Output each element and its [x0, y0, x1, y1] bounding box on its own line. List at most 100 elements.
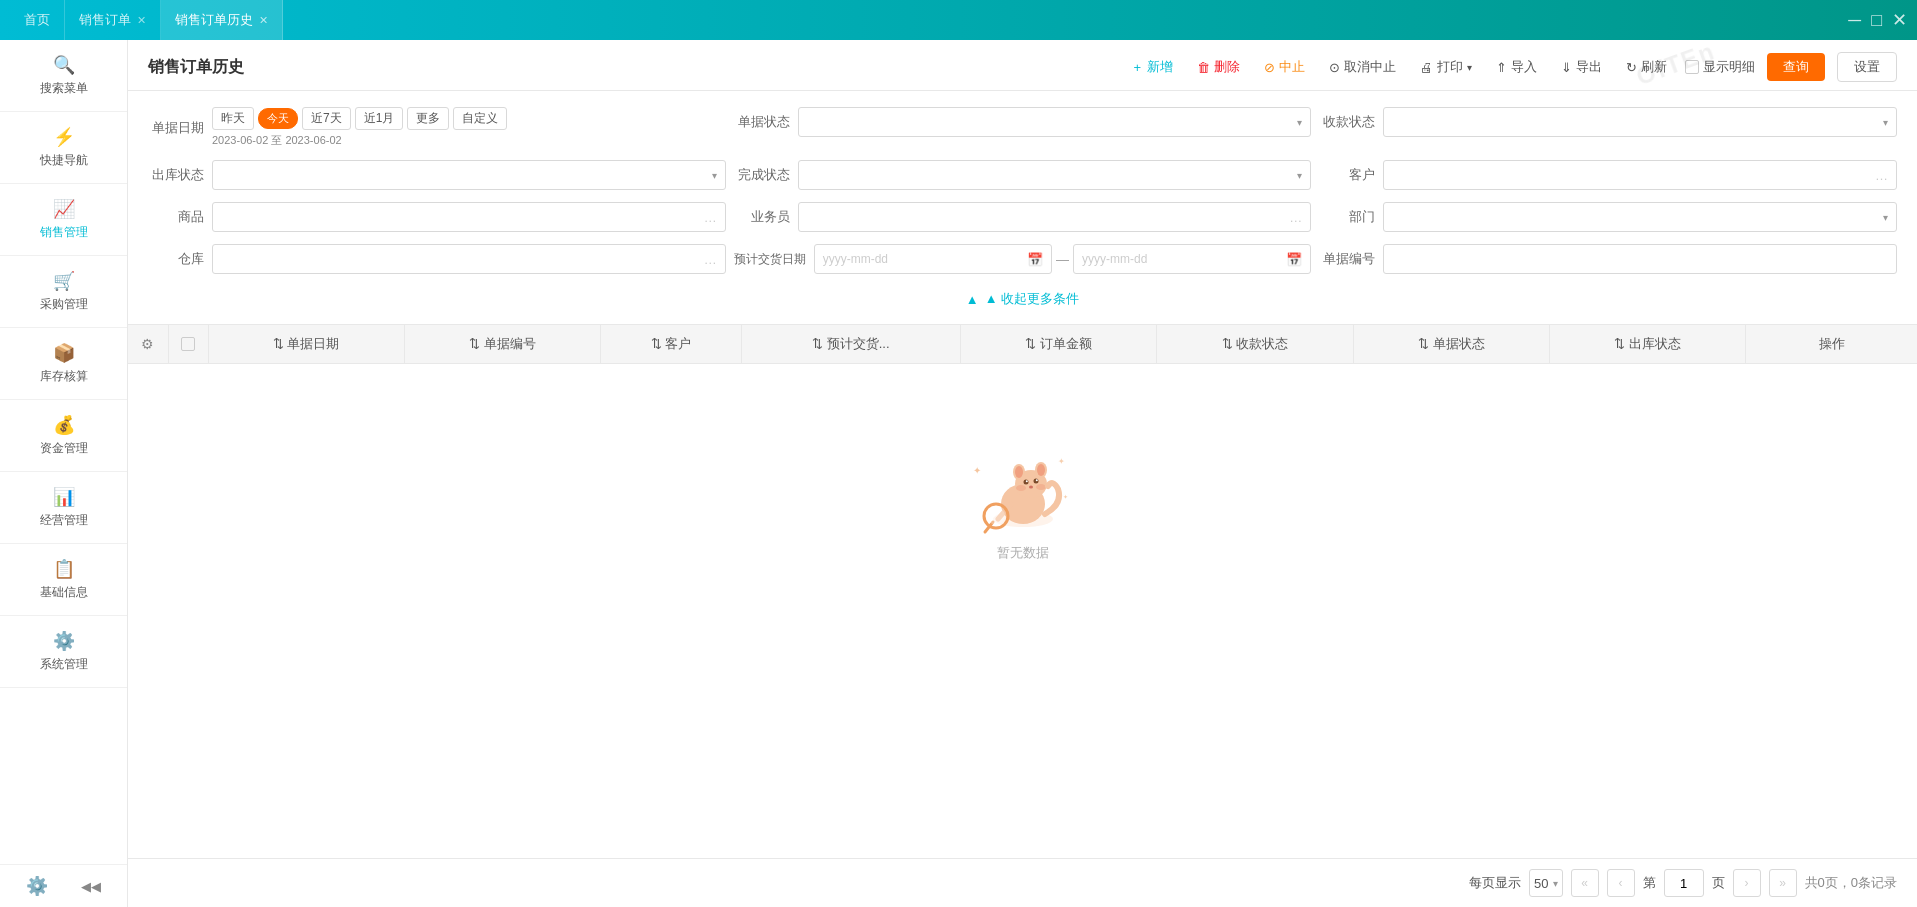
table-settings-icon[interactable]: ⚙ — [141, 336, 154, 352]
out-status-label: 出库状态 — [148, 166, 204, 184]
svg-text:✦: ✦ — [1058, 457, 1065, 466]
print-button[interactable]: 🖨 打印 ▾ — [1414, 54, 1478, 80]
display-toggle[interactable]: 显示明细 — [1685, 58, 1755, 76]
page-next-btn[interactable]: › — [1733, 869, 1761, 897]
product-input[interactable]: … — [212, 202, 726, 232]
th-order-status[interactable]: ⇅ 单据状态 — [1353, 325, 1549, 364]
settings-bottom-icon[interactable]: ⚙️ — [26, 875, 48, 897]
sidebar-item-finance[interactable]: 💰 资金管理 — [0, 400, 127, 472]
filter-out-status: 出库状态 ▾ — [148, 160, 726, 190]
out-status-select[interactable]: ▾ — [212, 160, 726, 190]
sidebar-item-quicknav[interactable]: ⚡ 快捷导航 — [0, 112, 127, 184]
sidebar-item-search[interactable]: 🔍 搜索菜单 — [0, 40, 127, 112]
th-settings: ⚙ — [128, 325, 168, 364]
customer-label: 客户 — [1319, 166, 1375, 184]
cancel-stop-button[interactable]: ⊙ 取消中止 — [1323, 54, 1402, 80]
salesperson-dots: … — [1289, 210, 1302, 225]
order-status-arrow: ▾ — [1297, 117, 1302, 128]
th-date[interactable]: ⇅ 单据日期 — [208, 325, 404, 364]
svg-point-6 — [1037, 464, 1045, 476]
customer-dots: … — [1875, 168, 1888, 183]
customer-input[interactable]: … — [1383, 160, 1897, 190]
pay-status-select[interactable]: ▾ — [1383, 107, 1897, 137]
th-amount[interactable]: ⇅ 订单金额 — [961, 325, 1157, 364]
window-min[interactable]: ─ — [1848, 10, 1861, 31]
complete-status-label: 完成状态 — [734, 166, 790, 184]
delivery-date-to[interactable]: yyyy-mm-dd 📅 — [1073, 244, 1311, 274]
order-status-select[interactable]: ▾ — [798, 107, 1312, 137]
page-first-btn[interactable]: « — [1571, 869, 1599, 897]
warehouse-input[interactable]: … — [212, 244, 726, 274]
complete-status-arrow: ▾ — [1297, 170, 1302, 181]
dept-label: 部门 — [1319, 208, 1375, 226]
cancel-stop-icon: ⊙ — [1329, 60, 1340, 75]
collapse-filter-btn[interactable]: ▲ ▲ 收起更多条件 — [148, 282, 1897, 308]
sidebar-item-sales[interactable]: 📈 销售管理 — [0, 184, 127, 256]
window-close[interactable]: ✕ — [1892, 9, 1907, 31]
tab-sales-order-history[interactable]: 销售订单历史 ✕ — [161, 0, 283, 40]
export-button[interactable]: ⇓ 导出 — [1555, 54, 1608, 80]
sidebar-item-operations[interactable]: 📊 经营管理 — [0, 472, 127, 544]
operations-icon: 📊 — [53, 486, 75, 508]
sidebar-label-purchase: 采购管理 — [40, 296, 88, 313]
page-prev-btn[interactable]: ‹ — [1607, 869, 1635, 897]
order-no-input[interactable] — [1383, 244, 1897, 274]
svg-point-17 — [987, 507, 1005, 525]
delivery-date-from[interactable]: yyyy-mm-dd 📅 — [814, 244, 1052, 274]
import-icon: ⇑ — [1496, 60, 1507, 75]
filter-customer: 客户 … — [1319, 160, 1897, 190]
collapse-sidebar-icon[interactable]: ◀◀ — [81, 879, 101, 894]
close-tab-sales-order[interactable]: ✕ — [137, 14, 146, 27]
refresh-button[interactable]: ↻ 刷新 — [1620, 54, 1673, 80]
top-bar: 首页 销售订单 ✕ 销售订单历史 ✕ ─ □ ✕ — [0, 0, 1917, 40]
display-checkbox[interactable] — [1685, 60, 1699, 74]
filter-warehouse: 仓库 … — [148, 244, 726, 274]
date-btn-more[interactable]: 更多 — [407, 107, 449, 130]
filter-date-label: 单据日期 — [148, 119, 204, 137]
settings-button[interactable]: 设置 — [1837, 52, 1897, 82]
stop-button[interactable]: ⊘ 中止 — [1258, 54, 1311, 80]
calendar-to-icon[interactable]: 📅 — [1286, 252, 1302, 267]
date-btn-yesterday[interactable]: 昨天 — [212, 107, 254, 130]
th-pay-status[interactable]: ⇅ 收款状态 — [1157, 325, 1353, 364]
query-button[interactable]: 查询 — [1767, 53, 1825, 81]
delete-icon: 🗑 — [1197, 60, 1210, 75]
tab-home[interactable]: 首页 — [10, 0, 65, 40]
sidebar: 🔍 搜索菜单 ⚡ 快捷导航 📈 销售管理 🛒 采购管理 📦 库存核算 💰 资金管… — [0, 40, 128, 907]
per-page-select[interactable]: 50 ▾ — [1529, 869, 1562, 897]
th-delivery[interactable]: ⇅ 预计交货... — [741, 325, 960, 364]
warehouse-label: 仓库 — [148, 250, 204, 268]
complete-status-select[interactable]: ▾ — [798, 160, 1312, 190]
sidebar-item-system[interactable]: ⚙️ 系统管理 — [0, 616, 127, 688]
dept-select[interactable]: ▾ — [1383, 202, 1897, 232]
page-suffix: 页 — [1712, 874, 1725, 892]
date-btn-today[interactable]: 今天 — [258, 108, 298, 129]
sidebar-item-inventory[interactable]: 📦 库存核算 — [0, 328, 127, 400]
close-tab-sales-order-history[interactable]: ✕ — [259, 14, 268, 27]
salesperson-input[interactable]: … — [798, 202, 1312, 232]
import-button[interactable]: ⇑ 导入 — [1490, 54, 1543, 80]
filter-delivery-date: 预计交货日期 yyyy-mm-dd 📅 — yyyy-mm-dd 📅 — [734, 244, 1312, 274]
purchase-icon: 🛒 — [53, 270, 75, 292]
page-input[interactable] — [1664, 869, 1704, 897]
select-all-checkbox[interactable] — [181, 337, 195, 351]
toolbar: + 新增 🗑 删除 ⊘ 中止 ⊙ 取消中止 🖨 打印 — [1127, 52, 1897, 82]
delete-button[interactable]: 🗑 删除 — [1191, 54, 1246, 80]
date-btn-custom[interactable]: 自定义 — [453, 107, 507, 130]
th-customer[interactable]: ⇅ 客户 — [601, 325, 742, 364]
pagination: 每页显示 50 ▾ « ‹ 第 页 › » 共0页，0条记录 — [128, 858, 1917, 907]
new-button[interactable]: + 新增 — [1127, 54, 1179, 80]
sidebar-item-purchase[interactable]: 🛒 采购管理 — [0, 256, 127, 328]
th-order-no[interactable]: ⇅ 单据编号 — [404, 325, 600, 364]
tab-sales-order[interactable]: 销售订单 ✕ — [65, 0, 161, 40]
sidebar-item-basic[interactable]: 📋 基础信息 — [0, 544, 127, 616]
calendar-from-icon[interactable]: 📅 — [1027, 252, 1043, 267]
date-btn-7days[interactable]: 近7天 — [302, 107, 351, 130]
filter-order-status: 单据状态 ▾ — [734, 107, 1312, 137]
print-icon: 🖨 — [1420, 60, 1433, 75]
order-no-label: 单据编号 — [1319, 250, 1375, 268]
page-last-btn[interactable]: » — [1769, 869, 1797, 897]
th-out-status[interactable]: ⇅ 出库状态 — [1549, 325, 1745, 364]
date-btn-1month[interactable]: 近1月 — [355, 107, 404, 130]
window-max[interactable]: □ — [1871, 10, 1882, 31]
